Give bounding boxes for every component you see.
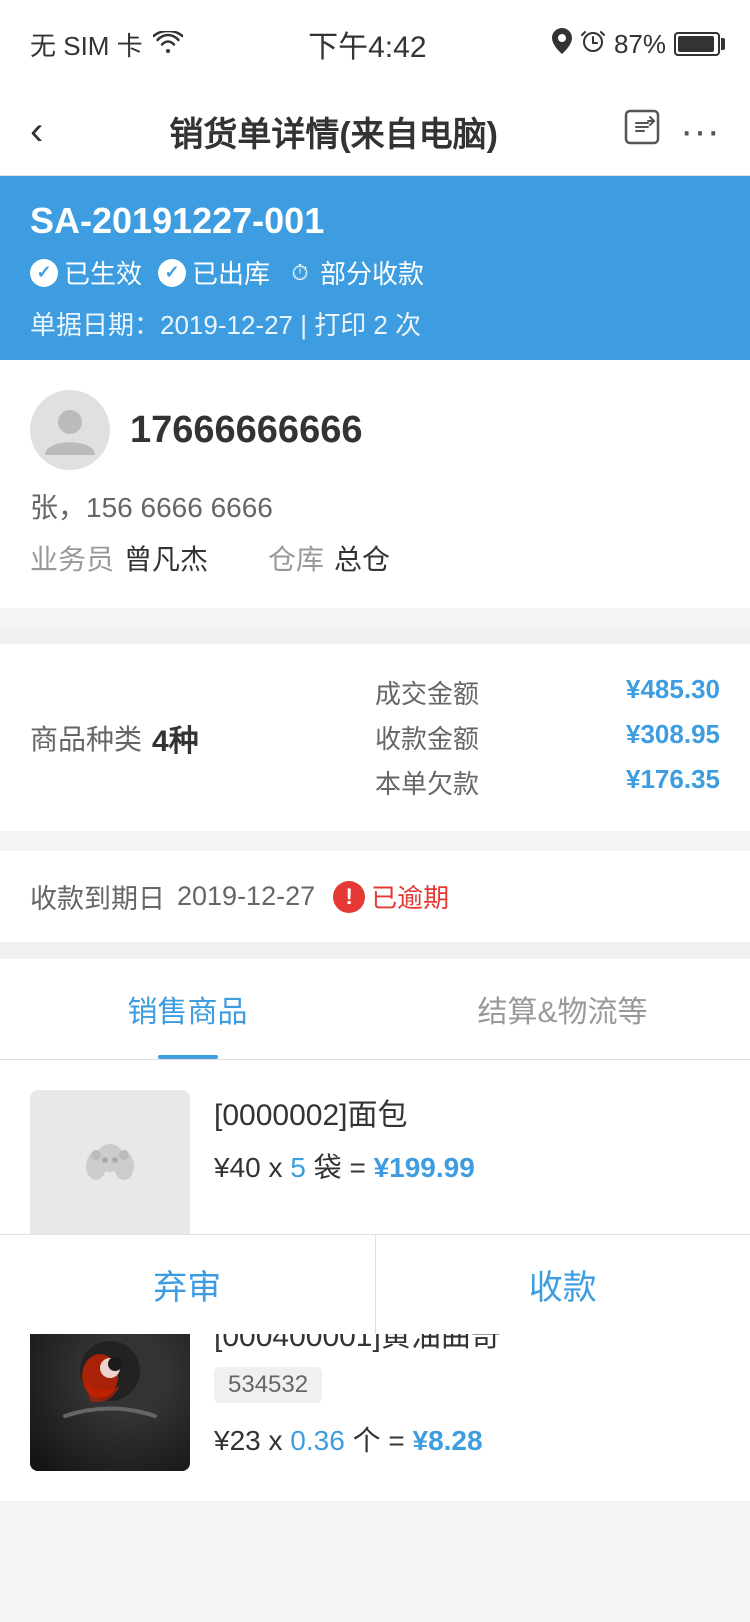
product-equals-2: = — [388, 1425, 412, 1456]
overdue-text: 已逾期 — [371, 878, 449, 915]
share-button[interactable] — [624, 109, 660, 155]
due-date-label: 收款到期日 — [30, 877, 165, 916]
divider-1 — [0, 628, 750, 644]
back-button[interactable]: ‹ — [30, 109, 43, 154]
product-price-1: ¥40 — [214, 1152, 261, 1183]
product-price-line-2: ¥23 x 0.36 个 = ¥8.28 — [214, 1419, 720, 1459]
confirm-label: 收款 — [529, 1260, 597, 1309]
divider-2 — [0, 943, 750, 959]
customer-meta: 业务员 曾凡杰 仓库 总仓 — [30, 538, 720, 578]
status-tag-effective: ✓ 已生效 — [30, 254, 142, 291]
tab-settlement-label: 结算&物流等 — [477, 996, 647, 1029]
owed-amount-row: 本单欠款 ¥176.35 — [375, 764, 720, 801]
product-qty-2: 0.36 — [290, 1425, 345, 1456]
status-tag-shipped: ✓ 已出库 — [158, 254, 270, 291]
product-unit-2: 个 — [353, 1425, 381, 1456]
stats-right: 成交金额 ¥485.30 收款金额 ¥308.95 本单欠款 ¥176.35 — [375, 674, 720, 801]
product-price-2: ¥23 — [214, 1425, 261, 1456]
received-amount-row: 收款金额 ¥308.95 — [375, 719, 720, 756]
bottom-spacer — [0, 1502, 750, 1622]
cancel-button[interactable]: 弃审 — [0, 1235, 376, 1334]
product-sku-2: 534532 — [214, 1367, 322, 1403]
trading-amount-label: 成交金额 — [375, 674, 479, 711]
status-indicators: 87% — [552, 28, 720, 61]
product-thumb-2 — [30, 1311, 190, 1471]
status-tags: ✓ 已生效 ✓ 已出库 ⏱ 部分收款 — [30, 254, 720, 291]
stats-left: 商品种类 4种 — [30, 674, 375, 801]
product-qty-1: 5 — [290, 1152, 306, 1183]
battery-icon — [674, 32, 720, 56]
avatar — [30, 390, 110, 470]
wifi-icon — [153, 29, 183, 60]
received-amount-label: 收款金额 — [375, 719, 479, 756]
product-unit-1: 袋 — [314, 1152, 342, 1183]
page-title: 销货单详情(来自电脑) — [169, 107, 498, 156]
customer-top: 17666666666 — [30, 390, 720, 470]
status-effective-label: 已生效 — [64, 254, 142, 291]
product-multiply-1: x — [269, 1152, 291, 1183]
owed-amount-value: ¥176.35 — [626, 764, 720, 801]
tab-sales-products[interactable]: 销售商品 — [0, 959, 375, 1059]
product-info-1: [0000002]面包 ¥40 x 5 袋 = ¥199.99 — [214, 1090, 720, 1186]
tab-settlement[interactable]: 结算&物流等 — [375, 959, 750, 1059]
salesperson-item: 业务员 曾凡杰 — [30, 538, 208, 578]
trading-amount-row: 成交金额 ¥485.30 — [375, 674, 720, 711]
tabs-container: 销售商品 结算&物流等 — [0, 959, 750, 1060]
due-date-card: 收款到期日 2019-12-27 ! 已逾期 — [0, 851, 750, 943]
product-equals-1: = — [349, 1152, 373, 1183]
product-price-line-1: ¥40 x 5 袋 = ¥199.99 — [214, 1146, 720, 1186]
confirm-button[interactable]: 收款 — [376, 1235, 750, 1334]
battery-percent: 87% — [614, 29, 666, 60]
bottom-bar: 弃审 收款 — [0, 1234, 750, 1334]
product-total-2: ¥8.28 — [413, 1425, 483, 1456]
product-thumb-1 — [30, 1090, 190, 1250]
product-thumb-placeholder-1 — [30, 1090, 190, 1250]
category-label: 商品种类 — [30, 718, 142, 758]
category-count: 4种 — [152, 716, 199, 760]
cancel-label: 弃审 — [153, 1260, 221, 1309]
warehouse-item: 仓库 总仓 — [268, 538, 390, 578]
check-icon-1: ✓ — [30, 259, 58, 287]
location-icon — [552, 28, 572, 61]
nav-actions: ··· — [624, 109, 720, 155]
order-id: SA-20191227-001 — [30, 200, 720, 242]
tab-sales-label: 销售商品 — [128, 996, 248, 1029]
status-shipped-label: 已出库 — [192, 254, 270, 291]
customer-phone[interactable]: 17666666666 — [130, 409, 362, 452]
stats-card: 商品种类 4种 成交金额 ¥485.30 收款金额 ¥308.95 本单欠款 ¥… — [0, 644, 750, 831]
overdue-badge: ! 已逾期 — [333, 878, 449, 915]
trading-amount-value: ¥485.30 — [626, 674, 720, 711]
status-carrier: 无 SIM 卡 — [30, 26, 183, 63]
nav-bar: ‹ 销货单详情(来自电脑) ··· — [0, 88, 750, 176]
customer-detail: 张，156 6666 6666 — [30, 486, 720, 526]
owed-amount-label: 本单欠款 — [375, 764, 479, 801]
customer-card: 17666666666 张，156 6666 6666 业务员 曾凡杰 仓库 总… — [0, 360, 750, 608]
check-icon-2: ✓ — [158, 259, 186, 287]
alarm-icon — [580, 28, 606, 61]
product-name-1: [0000002]面包 — [214, 1090, 720, 1134]
salesperson-label: 业务员 — [30, 538, 114, 578]
product-total-1: ¥199.99 — [374, 1152, 475, 1183]
due-date-value: 2019-12-27 — [177, 881, 315, 912]
header-banner: SA-20191227-001 ✓ 已生效 ✓ 已出库 ⏱ 部分收款 单据日期：… — [0, 176, 750, 360]
overdue-icon: ! — [333, 881, 365, 913]
received-amount-value: ¥308.95 — [626, 719, 720, 756]
status-time: 下午4:42 — [308, 22, 426, 66]
status-bar: 无 SIM 卡 下午4:42 87% — [0, 0, 750, 88]
carrier-text: 无 SIM 卡 — [30, 26, 143, 63]
warehouse-value: 总仓 — [334, 538, 390, 578]
clock-icon: ⏱ — [286, 259, 314, 287]
salesperson-value: 曾凡杰 — [124, 538, 208, 578]
warehouse-label: 仓库 — [268, 538, 324, 578]
status-partial-label: 部分收款 — [320, 254, 424, 291]
more-button[interactable]: ··· — [680, 109, 720, 154]
doc-info: 单据日期：2019-12-27 | 打印 2 次 — [30, 305, 720, 342]
product-multiply-2: x — [269, 1425, 291, 1456]
status-tag-partial: ⏱ 部分收款 — [286, 254, 424, 291]
